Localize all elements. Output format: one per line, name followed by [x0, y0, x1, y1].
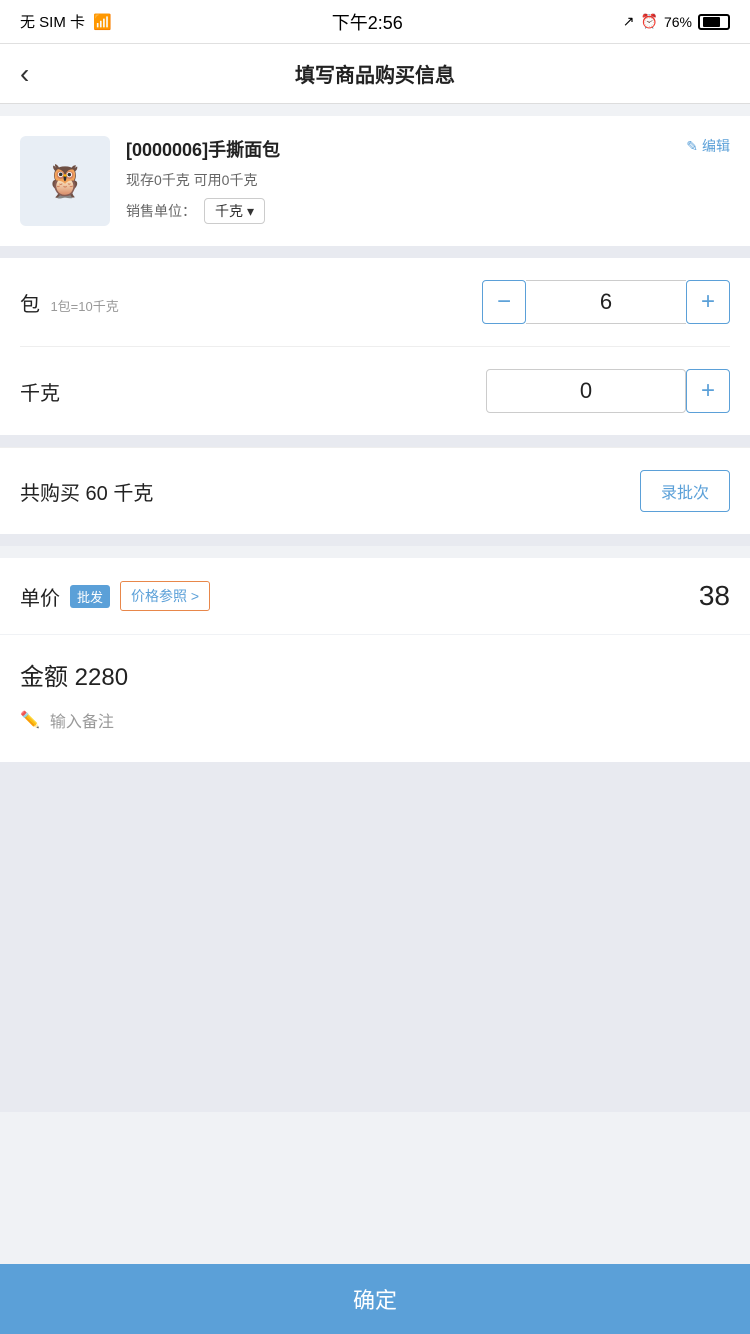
status-right: ↗ ⏰ 76%	[623, 13, 730, 30]
bao-label-sub: 1包=10千克	[50, 299, 118, 314]
product-stock: 现存0千克 可用0千克	[126, 170, 730, 190]
bao-label: 包 1包=10千克	[20, 288, 482, 317]
unit-value: 千克	[215, 201, 243, 221]
batch-button[interactable]: 录批次	[640, 470, 730, 512]
total-text: 共购买 60 千克	[20, 477, 153, 506]
product-name: [0000006]手撕面包	[126, 136, 730, 162]
bao-increment-button[interactable]: +	[686, 280, 730, 324]
price-tag: 批发	[70, 585, 110, 608]
price-value: 38	[699, 580, 730, 612]
back-button[interactable]: ‹	[20, 58, 29, 90]
alarm-icon: ⏰	[641, 13, 658, 30]
bao-decrement-button[interactable]: −	[482, 280, 526, 324]
total-row: 共购买 60 千克 录批次	[0, 447, 750, 534]
pencil-icon: ✏️	[20, 710, 40, 730]
kg-label-main: 千克	[20, 383, 60, 405]
kg-label: 千克	[20, 377, 486, 406]
divider-3	[0, 534, 750, 546]
chevron-down-icon: ▾	[247, 203, 254, 220]
wifi-icon: 📶	[93, 13, 112, 31]
product-info: [0000006]手撕面包 现存0千克 可用0千克 销售单位： 千克 ▾	[126, 136, 730, 224]
battery-fill	[703, 17, 720, 27]
divider-1	[0, 246, 750, 258]
amount-row: 金额 2280	[20, 657, 730, 692]
kg-quantity-controls: +	[486, 369, 730, 413]
bao-quantity-controls: − +	[482, 280, 730, 324]
bao-quantity-input[interactable]	[526, 280, 686, 324]
divider-2	[0, 435, 750, 447]
price-ref-label: 价格参照 >	[131, 586, 199, 606]
status-carrier: 无 SIM 卡 📶	[20, 11, 112, 32]
edit-label: 编辑	[702, 136, 730, 156]
product-unit-row: 销售单位： 千克 ▾	[126, 198, 730, 224]
unit-select[interactable]: 千克 ▾	[204, 198, 265, 224]
page-title: 填写商品购买信息	[295, 59, 455, 88]
quantity-section: 包 1包=10千克 − + 千克 +	[0, 258, 750, 435]
location-icon: ↗	[623, 13, 635, 30]
price-section: 单价 批发 价格参照 > 38	[0, 558, 750, 634]
price-left: 单价 批发 价格参照 >	[20, 581, 210, 611]
price-ref-button[interactable]: 价格参照 >	[120, 581, 210, 611]
amount-number: 2280	[75, 664, 128, 691]
product-thumb-icon: 🦉	[45, 162, 85, 200]
price-label: 单价	[20, 582, 60, 611]
bao-quantity-row: 包 1包=10千克 − +	[20, 258, 730, 347]
edit-icon: ✎	[686, 138, 698, 155]
product-card: 🦉 [0000006]手撕面包 现存0千克 可用0千克 销售单位： 千克 ▾ ✎…	[0, 116, 750, 246]
bao-label-main: 包	[20, 294, 40, 316]
kg-quantity-input[interactable]	[486, 369, 686, 413]
carrier-text: 无 SIM 卡	[20, 11, 85, 32]
battery-text: 76%	[664, 14, 692, 30]
confirm-button[interactable]: 确定	[0, 1264, 750, 1334]
kg-quantity-row: 千克 +	[20, 347, 730, 435]
amount-section: 金额 2280 ✏️ 输入备注	[0, 635, 750, 762]
status-bar: 无 SIM 卡 📶 下午2:56 ↗ ⏰ 76%	[0, 0, 750, 44]
edit-button[interactable]: ✎ 编辑	[686, 136, 730, 156]
status-time: 下午2:56	[332, 9, 403, 35]
kg-increment-button[interactable]: +	[686, 369, 730, 413]
unit-label: 销售单位：	[126, 201, 196, 221]
note-row[interactable]: ✏️ 输入备注	[20, 708, 730, 732]
gray-spacer	[0, 762, 750, 1112]
note-placeholder: 输入备注	[50, 708, 114, 732]
battery-bar	[698, 14, 730, 30]
nav-bar: ‹ 填写商品购买信息	[0, 44, 750, 104]
amount-label: 金额	[20, 664, 68, 691]
product-thumbnail: 🦉	[20, 136, 110, 226]
